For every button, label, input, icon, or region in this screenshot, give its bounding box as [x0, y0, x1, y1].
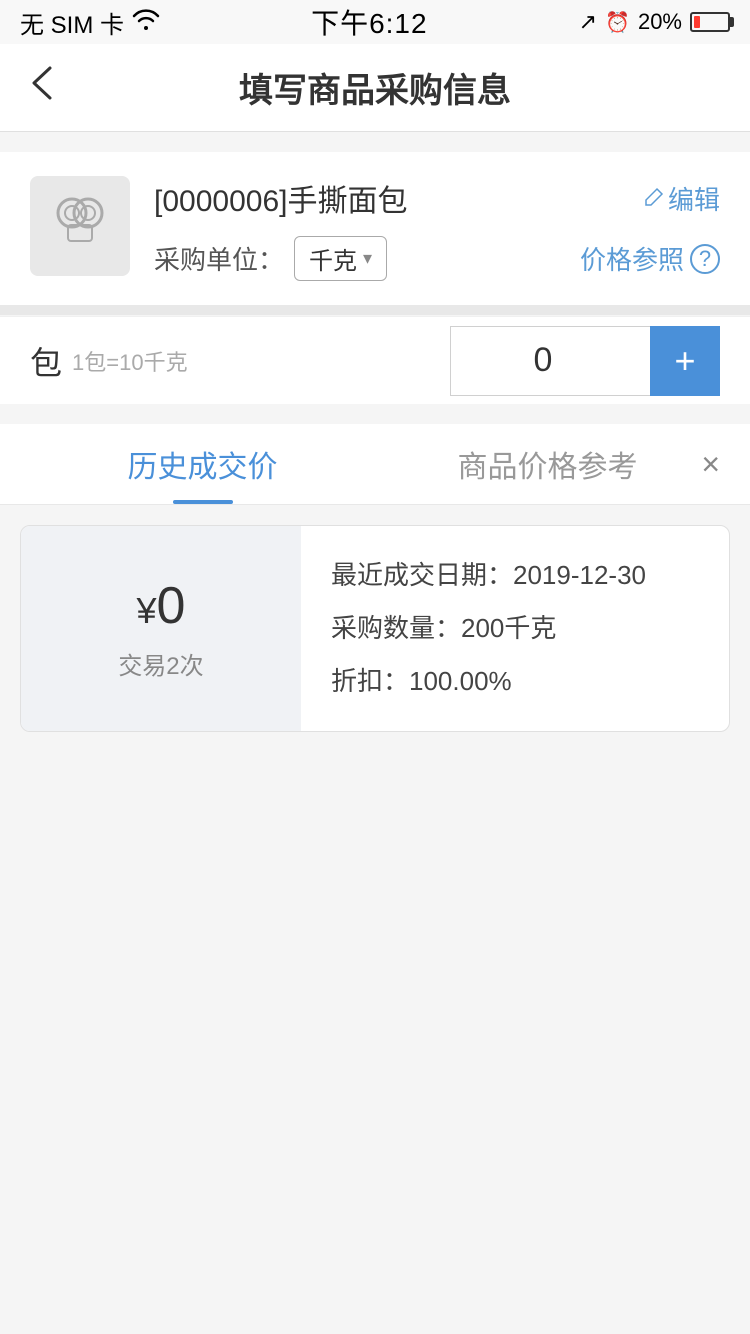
status-bar: 无 SIM 卡 下午6:12 ↗ ⏰ 20% — [0, 0, 750, 44]
tab-history-price[interactable]: 历史成交价 — [30, 424, 375, 504]
nav-bar: 填写商品采购信息 — [0, 44, 750, 132]
price-amount: ¥0 — [137, 576, 186, 636]
wifi-icon — [132, 8, 160, 37]
price-reference-button[interactable]: 价格参照 ? — [580, 240, 720, 277]
close-tab-button[interactable]: × — [691, 436, 730, 493]
carrier-text: 无 SIM 卡 — [20, 5, 124, 40]
quantity-input[interactable] — [450, 326, 650, 396]
bottom-area — [0, 752, 750, 1252]
product-card: [0000006]手撕面包 编辑 采购单位： 千克 ▾ 价格参照 ? — [0, 152, 750, 305]
product-image — [30, 176, 130, 276]
page-title: 填写商品采购信息 — [239, 63, 511, 112]
quantity-row: 包 1包=10千克 + — [0, 316, 750, 404]
status-left: 无 SIM 卡 — [20, 5, 160, 40]
quantity-unit: 包 — [30, 338, 62, 384]
divider — [0, 305, 750, 315]
edit-button[interactable]: 编辑 — [642, 180, 720, 217]
back-button[interactable] — [20, 54, 64, 121]
tab-product-price-ref[interactable]: 商品价格参考 — [375, 424, 720, 504]
unit-selector[interactable]: 千克 ▾ — [294, 236, 387, 281]
recent-date-row: 最近成交日期：2019-12-30 — [331, 556, 699, 595]
price-card: ¥0 交易2次 最近成交日期：2019-12-30 采购数量：200千克 折扣：… — [20, 525, 730, 732]
help-icon: ? — [690, 244, 720, 274]
status-right: ↗ ⏰ 20% — [579, 9, 730, 35]
quantity-hint: 1包=10千克 — [72, 345, 188, 377]
battery-icon — [690, 12, 730, 32]
price-transactions: 交易2次 — [118, 646, 203, 681]
price-card-right: 最近成交日期：2019-12-30 采购数量：200千克 折扣：100.00% — [301, 526, 729, 731]
battery-percent: 20% — [638, 9, 682, 35]
tab-bar: 历史成交价 商品价格参考 × — [0, 424, 750, 505]
quantity-plus-button[interactable]: + — [650, 326, 720, 396]
location-icon: ↗ — [579, 9, 597, 35]
discount-row: 折扣：100.00% — [331, 662, 699, 701]
product-name: [0000006]手撕面包 — [154, 176, 407, 220]
tab-underline — [173, 500, 233, 504]
quantity-label: 包 1包=10千克 — [30, 338, 188, 384]
purchase-qty-row: 采购数量：200千克 — [331, 609, 699, 648]
price-ref-label: 价格参照 — [580, 240, 684, 277]
product-info: [0000006]手撕面包 编辑 采购单位： 千克 ▾ 价格参照 ? — [154, 176, 720, 281]
quantity-input-group: + — [450, 326, 720, 396]
status-time: 下午6:12 — [311, 2, 428, 42]
price-card-left: ¥0 交易2次 — [21, 526, 301, 731]
alarm-icon: ⏰ — [605, 10, 630, 35]
unit-label: 采购单位： — [154, 240, 284, 277]
